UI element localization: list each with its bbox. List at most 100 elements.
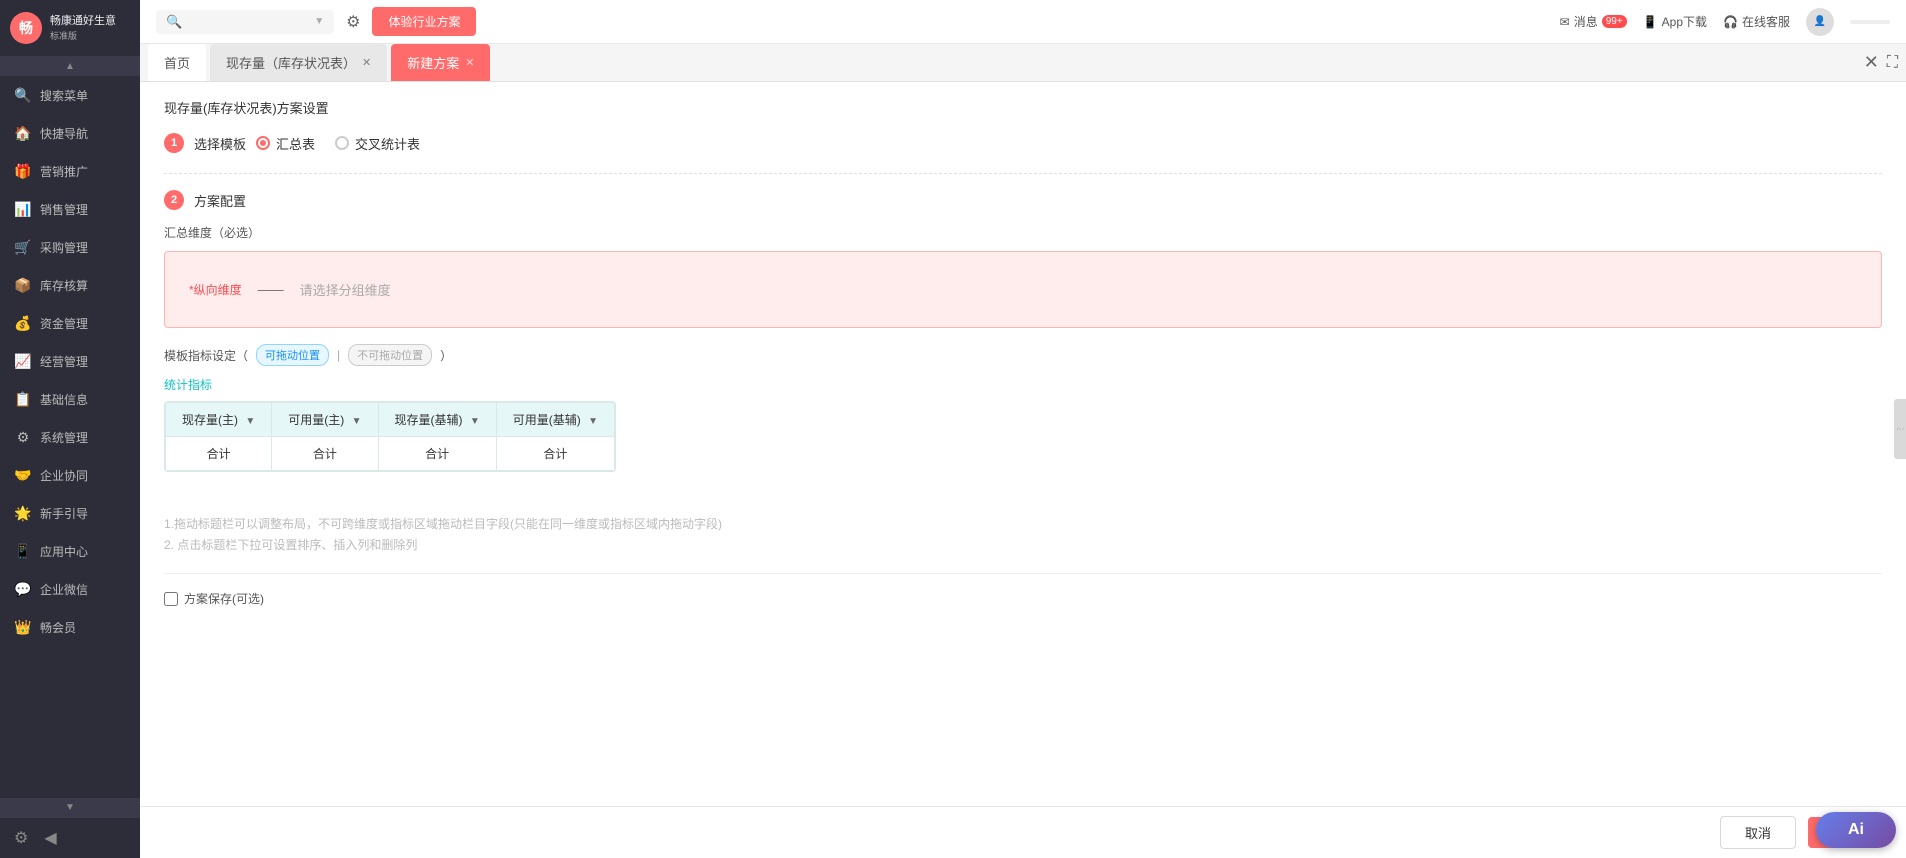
sidebar-item-basic[interactable]: 📋 基础信息	[0, 380, 140, 418]
cancel-button[interactable]: 取消	[1720, 816, 1796, 849]
tab-new-plan[interactable]: 新建方案 ✕	[391, 44, 490, 81]
bottom-bar: 取消 查询	[140, 806, 1906, 858]
section2-header: 2 方案配置	[164, 190, 1882, 210]
tab-home[interactable]: 首页	[148, 44, 206, 81]
content-area: 现存量(库存状况表)方案设置 1 选择模板 汇总表 交叉统计表	[140, 82, 1906, 806]
handshake-icon: 🤝	[14, 466, 32, 484]
scroll-up-arrow[interactable]: ▲	[0, 57, 140, 76]
close-panel-icon[interactable]: ✕	[1864, 52, 1879, 73]
sidebar-item-system[interactable]: ⚙ 系统管理	[0, 418, 140, 456]
save-label: 方案保存(可选)	[184, 590, 264, 607]
right-resize-handle[interactable]: ⋮	[1894, 399, 1906, 459]
stats-col-1[interactable]: 现存量(主) ▼	[166, 403, 272, 437]
search-area[interactable]: 🔍 ▼	[156, 10, 334, 34]
section1-num: 1	[164, 133, 184, 153]
star-icon: 🌟	[14, 504, 32, 522]
sidebar-item-purchase[interactable]: 🛒 采购管理	[0, 228, 140, 266]
app-download-button[interactable]: 📱 App下载	[1643, 13, 1707, 30]
section-template: 1 选择模板 汇总表 交叉统计表	[164, 133, 1882, 153]
radio-cross-label: 交叉统计表	[355, 134, 420, 153]
service-label: 在线客服	[1742, 13, 1790, 30]
message-badge: 99+	[1602, 15, 1627, 28]
stats-cell-1: 合计	[166, 437, 272, 471]
dimension-box[interactable]: *纵向维度 —— 请选择分组维度	[164, 251, 1882, 328]
metrics-label-text: 模板指标设定（	[164, 347, 248, 364]
tab-new-plan-label: 新建方案	[407, 53, 459, 72]
page-content: 现存量(库存状况表)方案设置 1 选择模板 汇总表 交叉统计表	[140, 82, 1906, 806]
sidebar-item-finance[interactable]: 💰 资金管理	[0, 304, 140, 342]
collapse-icon[interactable]: ◀	[44, 828, 56, 848]
stats-col-4[interactable]: 可用量(基辅) ▼	[496, 403, 614, 437]
main-area: 🔍 ▼ ⚙ 体验行业方案 ✉ 消息 99+ 📱 App下载 🎧 在线客服 👤	[140, 0, 1906, 858]
settings-icon[interactable]: ⚙	[14, 828, 28, 848]
app-download-label: App下载	[1662, 13, 1707, 30]
chevron-col3-icon: ▼	[470, 416, 480, 427]
dimension-required-label: 汇总维度（必选）	[164, 224, 1882, 241]
save-checkbox[interactable]	[164, 592, 178, 606]
template-radio-group: 汇总表 交叉统计表	[256, 134, 420, 153]
sidebar-item-vip[interactable]: 👑 畅会员	[0, 608, 140, 646]
logo-badge: 标准版	[50, 29, 116, 42]
sidebar-item-sales[interactable]: 📊 销售管理	[0, 190, 140, 228]
stats-col-2[interactable]: 可用量(主) ▼	[272, 403, 378, 437]
sidebar-bottom: ⚙ ◀	[0, 817, 140, 858]
gift-icon: 🎁	[14, 162, 32, 180]
stats-header-row: 现存量(主) ▼ 可用量(主) ▼ 现存量(基辅)	[166, 403, 615, 437]
stats-col4-label: 可用量(基辅)	[513, 413, 581, 427]
no-drag-badge: 不可拖动位置	[348, 344, 432, 366]
sidebar-item-appstore[interactable]: 📱 应用中心	[0, 532, 140, 570]
stats-col-3[interactable]: 现存量(基辅) ▼	[378, 403, 496, 437]
tab-new-plan-close-icon[interactable]: ✕	[465, 56, 474, 69]
radio-summary-table[interactable]: 汇总表	[256, 134, 315, 153]
sidebar-item-wechat[interactable]: 💬 企业微信	[0, 570, 140, 608]
sidebar-item-quicknav[interactable]: 🏠 快捷导航	[0, 114, 140, 152]
tip1: 1.拖动标题栏可以调整布局，不可跨维度或指标区域拖动栏目字段(只能在同一维度或指…	[164, 515, 1882, 532]
radio-summary-circle	[256, 136, 270, 150]
logo-icon: 畅	[10, 12, 42, 44]
sidebar-search-label: 搜索菜单	[40, 87, 88, 104]
sidebar-inventory-label: 库存核算	[40, 277, 88, 294]
sidebar-wechat-label: 企业微信	[40, 581, 88, 598]
tip2: 2. 点击标题栏下拉可设置排序、插入列和删除列	[164, 536, 1882, 553]
logo-text-area: 畅康通好生意 标准版	[50, 14, 116, 42]
ai-float-button[interactable]: Ai	[1816, 812, 1896, 848]
sidebar-corp-label: 企业协同	[40, 467, 88, 484]
gear-icon[interactable]: ⚙	[346, 12, 360, 32]
radio-cross-table[interactable]: 交叉统计表	[335, 134, 420, 153]
scroll-down-arrow[interactable]: ▼	[0, 798, 140, 817]
stats-section: 统计指标 现存量(主) ▼ 可用量(主)	[164, 376, 1882, 475]
sidebar-system-label: 系统管理	[40, 429, 88, 446]
expand-panel-icon[interactable]: ⛶	[1887, 54, 1898, 72]
sidebar-item-corp[interactable]: 🤝 企业协同	[0, 456, 140, 494]
trial-button[interactable]: 体验行业方案	[372, 7, 476, 36]
tab-inventory[interactable]: 现存量（库存状况表） ✕	[210, 44, 387, 81]
sidebar-item-marketing[interactable]: 🎁 营销推广	[0, 152, 140, 190]
stats-col1-label: 现存量(主)	[182, 413, 238, 427]
username-label[interactable]	[1850, 20, 1890, 24]
sidebar-item-newbie[interactable]: 🌟 新手引导	[0, 494, 140, 532]
box-icon: 📦	[14, 276, 32, 294]
sidebar-marketing-label: 营销推广	[40, 163, 88, 180]
search-input[interactable]	[188, 15, 308, 29]
sidebar-item-search[interactable]: 🔍 搜索菜单	[0, 76, 140, 114]
message-button[interactable]: ✉ 消息 99+	[1560, 13, 1627, 30]
dimension-dash: ——	[258, 282, 284, 297]
dimension-placeholder: 请选择分组维度	[300, 280, 391, 299]
sidebar: 畅 畅康通好生意 标准版 ▲ 🔍 搜索菜单 🏠 快捷导航 🎁 营销推广 📊 销	[0, 0, 140, 858]
tab-inventory-close-icon[interactable]: ✕	[362, 56, 371, 69]
sidebar-business-label: 经营管理	[40, 353, 88, 370]
topbar-right: ✉ 消息 99+ 📱 App下载 🎧 在线客服 👤	[1560, 8, 1890, 36]
ai-label: Ai	[1848, 821, 1864, 839]
home-icon: 🏠	[14, 124, 32, 142]
money-icon: 💰	[14, 314, 32, 332]
metrics-close-paren: ）	[440, 347, 452, 364]
sidebar-basic-label: 基础信息	[40, 391, 88, 408]
sidebar-item-inventory[interactable]: 📦 库存核算	[0, 266, 140, 304]
sidebar-item-business[interactable]: 📈 经营管理	[0, 342, 140, 380]
stats-table-inner: 现存量(主) ▼ 可用量(主) ▼ 现存量(基辅)	[165, 402, 615, 471]
avatar[interactable]: 👤	[1806, 8, 1834, 36]
chevron-col2-icon: ▼	[352, 416, 362, 427]
search-topbar-icon: 🔍	[166, 14, 182, 30]
sidebar-vip-label: 畅会员	[40, 619, 76, 636]
service-button[interactable]: 🎧 在线客服	[1723, 13, 1790, 30]
